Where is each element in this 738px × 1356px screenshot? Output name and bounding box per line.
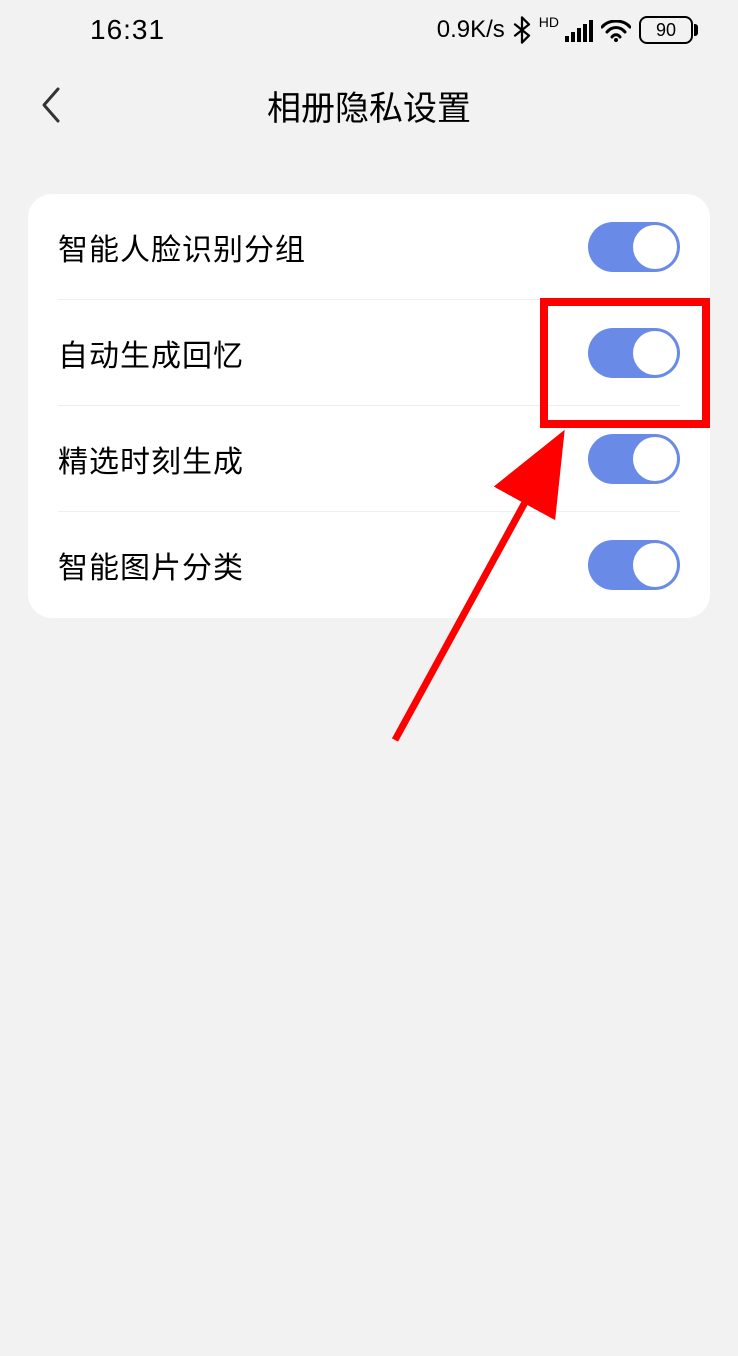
network-speed: 0.9K/s: [437, 16, 505, 44]
setting-row-face-group: 智能人脸识别分组: [58, 194, 680, 300]
setting-label: 自动生成回忆: [58, 331, 244, 375]
content: 智能人脸识别分组 自动生成回忆 精选时刻生成 智能图片分类: [0, 150, 738, 618]
settings-card: 智能人脸识别分组 自动生成回忆 精选时刻生成 智能图片分类: [28, 194, 710, 618]
hd-icon: HD: [539, 15, 559, 29]
toggle-knob: [633, 225, 677, 269]
wifi-icon: [601, 16, 631, 44]
nav-bar: 相册隐私设置: [0, 60, 738, 150]
chevron-left-icon: [38, 85, 62, 125]
setting-row-smart-classify: 智能图片分类: [58, 512, 680, 618]
signal-icon: [565, 16, 593, 44]
toggle-knob: [633, 437, 677, 481]
back-button[interactable]: [30, 85, 70, 125]
toggle-auto-memory[interactable]: [588, 328, 680, 378]
toggle-featured-moments[interactable]: [588, 434, 680, 484]
setting-label: 智能图片分类: [58, 543, 244, 587]
setting-row-auto-memory: 自动生成回忆: [58, 300, 680, 406]
status-right: 0.9K/s HD 90: [437, 16, 698, 45]
battery-level: 90: [656, 20, 676, 41]
status-time: 16:31: [90, 14, 165, 46]
battery-icon: 90: [639, 16, 698, 44]
toggle-smart-classify[interactable]: [588, 540, 680, 590]
status-bar: 16:31 0.9K/s HD: [0, 0, 738, 60]
toggle-face-group[interactable]: [588, 222, 680, 272]
bluetooth-icon: [513, 16, 531, 45]
setting-label: 智能人脸识别分组: [58, 225, 306, 269]
toggle-knob: [633, 543, 677, 587]
setting-row-featured-moments: 精选时刻生成: [58, 406, 680, 512]
setting-label: 精选时刻生成: [58, 437, 244, 481]
page-title: 相册隐私设置: [0, 81, 738, 130]
toggle-knob: [633, 331, 677, 375]
